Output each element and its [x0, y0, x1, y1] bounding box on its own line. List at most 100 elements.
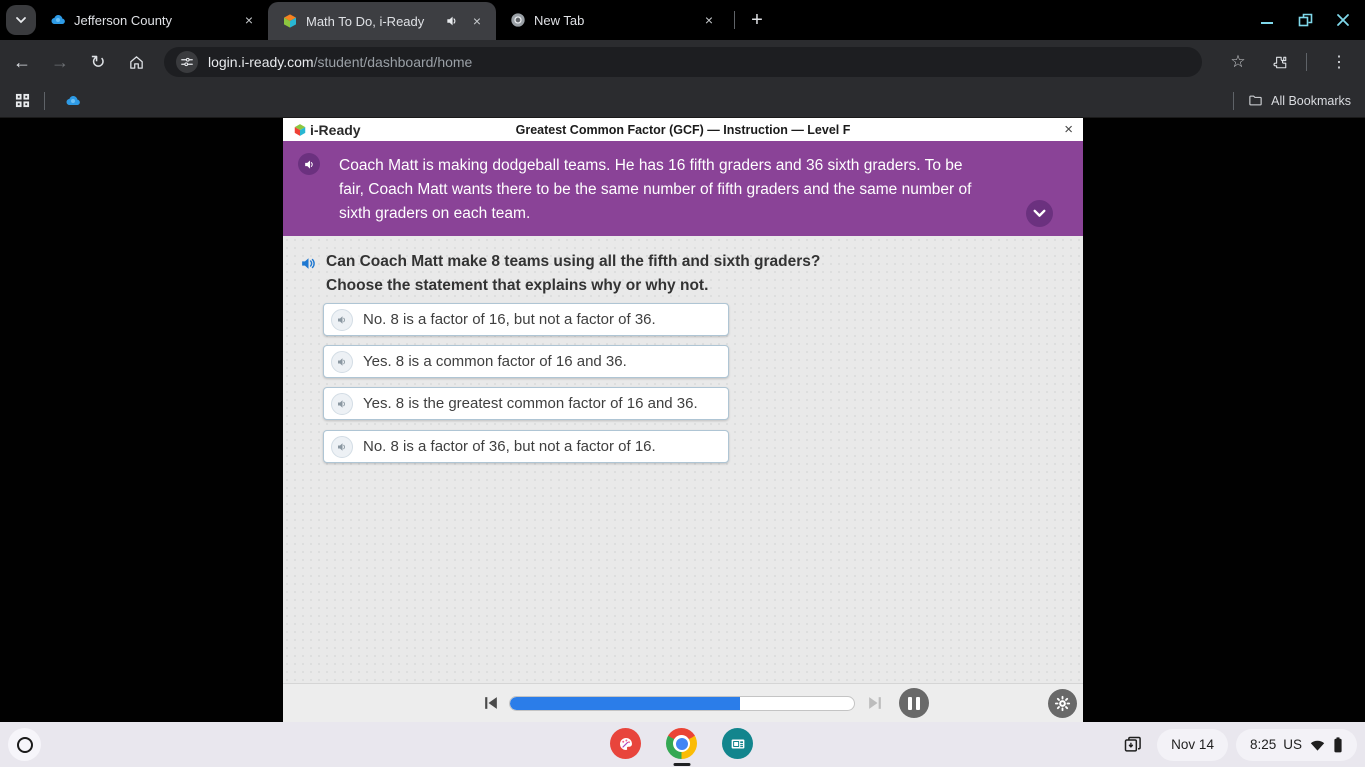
option-text: Yes. 8 is a common factor of 16 and 36.: [363, 353, 627, 370]
answer-option-1[interactable]: No. 8 is a factor of 16, but not a facto…: [323, 303, 729, 336]
system-tray: Nov 14 8:25 US: [1117, 728, 1357, 761]
apps-grid-icon[interactable]: [6, 85, 38, 117]
tab-divider: [734, 11, 735, 29]
speaker-icon: [338, 357, 345, 366]
gear-icon: [1054, 695, 1071, 712]
extensions-button[interactable]: [1264, 46, 1296, 78]
toolbar-actions: ☆ ⋮: [1216, 46, 1365, 78]
toolbar-separator: [1306, 53, 1307, 71]
chrome-app-icon[interactable]: [666, 728, 697, 766]
tab-new-tab[interactable]: New Tab ×: [496, 0, 728, 40]
bookmark-star-button[interactable]: ☆: [1222, 46, 1254, 78]
speaker-icon: [304, 159, 313, 169]
option-speaker-button[interactable]: [331, 308, 353, 331]
tab-close-icon[interactable]: ×: [240, 11, 258, 29]
time-label: 8:25: [1249, 737, 1277, 752]
url-host: login.i-ready.com: [208, 54, 314, 70]
passage-speaker-button[interactable]: [298, 153, 320, 175]
all-bookmarks-label: All Bookmarks: [1271, 93, 1351, 108]
url-path: /student/dashboard/home: [313, 54, 473, 70]
window-close-button[interactable]: [1335, 12, 1351, 28]
collapse-banner-button[interactable]: [1026, 200, 1053, 227]
player-settings-button[interactable]: [1048, 689, 1077, 718]
tab-audio-icon[interactable]: [444, 13, 460, 29]
lesson-header: i-Ready Greatest Common Factor (GCF) — I…: [283, 118, 1083, 141]
option-text: No. 8 is a factor of 16, but not a facto…: [363, 311, 656, 328]
pause-button[interactable]: [899, 688, 929, 718]
home-button[interactable]: [120, 46, 152, 78]
launcher-button[interactable]: [8, 728, 41, 761]
speaker-icon: [338, 399, 345, 408]
tab-iready-active[interactable]: Math To Do, i-Ready ×: [268, 2, 496, 40]
question-area: Can Coach Matt make 8 teams using all th…: [283, 236, 1083, 683]
battery-icon: [1334, 736, 1342, 752]
status-pill[interactable]: 8:25 US: [1235, 728, 1357, 761]
skip-back-button[interactable]: [481, 693, 501, 713]
tab-title: Math To Do, i-Ready: [306, 13, 425, 29]
question-speaker-button[interactable]: [300, 255, 317, 272]
launcher-icon: [16, 736, 33, 753]
option-speaker-button[interactable]: [331, 392, 353, 415]
option-speaker-button[interactable]: [331, 350, 353, 373]
tab-title: New Tab: [534, 12, 585, 28]
tab-search-button[interactable]: [6, 5, 36, 35]
answer-option-4[interactable]: No. 8 is a factor of 36, but not a facto…: [323, 430, 729, 463]
passage-banner: Coach Matt is making dodgeball teams. He…: [283, 141, 1083, 236]
question-line-2: Choose the statement that explains why o…: [326, 277, 709, 294]
window-controls: [1259, 12, 1365, 28]
canvas-app-icon[interactable]: [610, 728, 641, 759]
bookmarks-bar: All Bookmarks: [0, 84, 1365, 118]
page-viewport: i-Ready Greatest Common Factor (GCF) — I…: [0, 118, 1365, 722]
back-button[interactable]: ←: [6, 46, 38, 78]
restore-button[interactable]: [1297, 12, 1313, 28]
lesson-title: Greatest Common Factor (GCF) — Instructi…: [515, 122, 851, 137]
folder-icon: [1249, 95, 1262, 106]
progress-fill: [510, 697, 741, 710]
url-text: login.i-ready.com/student/dashboard/home: [208, 54, 472, 70]
cloud-favicon-icon: [50, 12, 66, 28]
all-bookmarks[interactable]: All Bookmarks: [1227, 91, 1365, 110]
screen-capture-button[interactable]: [1117, 729, 1149, 761]
tab-jefferson-county[interactable]: Jefferson County ×: [36, 0, 268, 40]
chevron-down-icon: [1033, 209, 1046, 217]
tab-close-icon[interactable]: ×: [700, 11, 718, 29]
news-app-icon[interactable]: [722, 728, 753, 759]
iready-lesson-window: i-Ready Greatest Common Factor (GCF) — I…: [283, 118, 1083, 722]
reload-button[interactable]: ↻: [82, 46, 114, 78]
browser-menu-button[interactable]: ⋮: [1323, 46, 1355, 78]
minimize-button[interactable]: [1259, 12, 1275, 28]
answer-option-2[interactable]: Yes. 8 is a common factor of 16 and 36.: [323, 345, 729, 378]
skip-forward-button[interactable]: [865, 693, 885, 713]
question-line-1: Can Coach Matt make 8 teams using all th…: [326, 253, 821, 270]
tab-close-icon[interactable]: ×: [468, 12, 486, 30]
shelf-apps: [610, 728, 753, 766]
site-settings-icon[interactable]: [176, 51, 198, 73]
lesson-close-button[interactable]: ×: [1064, 121, 1073, 138]
chevron-down-icon: [16, 17, 26, 24]
wifi-icon: [1310, 740, 1325, 751]
tab-title: Jefferson County: [74, 12, 173, 28]
new-tab-button[interactable]: +: [743, 6, 771, 34]
option-text: No. 8 is a factor of 36, but not a facto…: [363, 438, 656, 455]
iready-cube-favicon-icon: [282, 13, 298, 29]
answer-option-3[interactable]: Yes. 8 is the greatest common factor of …: [323, 387, 729, 420]
date-pill[interactable]: Nov 14: [1157, 728, 1228, 761]
option-text: Yes. 8 is the greatest common factor of …: [363, 395, 698, 412]
active-app-indicator: [673, 763, 690, 766]
chrome-gray-favicon-icon: [510, 12, 526, 28]
pause-icon: [908, 696, 912, 710]
address-bar[interactable]: login.i-ready.com/student/dashboard/home: [164, 47, 1202, 77]
speaker-icon: [338, 315, 345, 324]
speaker-icon: [338, 442, 345, 451]
browser-toolbar: ← → ↻ login.i-ready.com/student/dashboar…: [0, 40, 1365, 84]
chromeos-shelf: Nov 14 8:25 US: [0, 722, 1365, 767]
bookmark-cloud-item[interactable]: [57, 85, 89, 117]
option-speaker-button[interactable]: [331, 435, 353, 458]
speaker-icon: [302, 258, 315, 269]
lesson-progress-bar[interactable]: [509, 696, 855, 711]
cloud-bookmark-icon: [66, 95, 80, 105]
screen-capture-icon: [1124, 736, 1142, 752]
forward-button[interactable]: →: [44, 46, 76, 78]
date-label: Nov 14: [1171, 737, 1214, 752]
tab-strip: Jefferson County × Math To Do, i-Ready ×…: [0, 0, 1365, 40]
